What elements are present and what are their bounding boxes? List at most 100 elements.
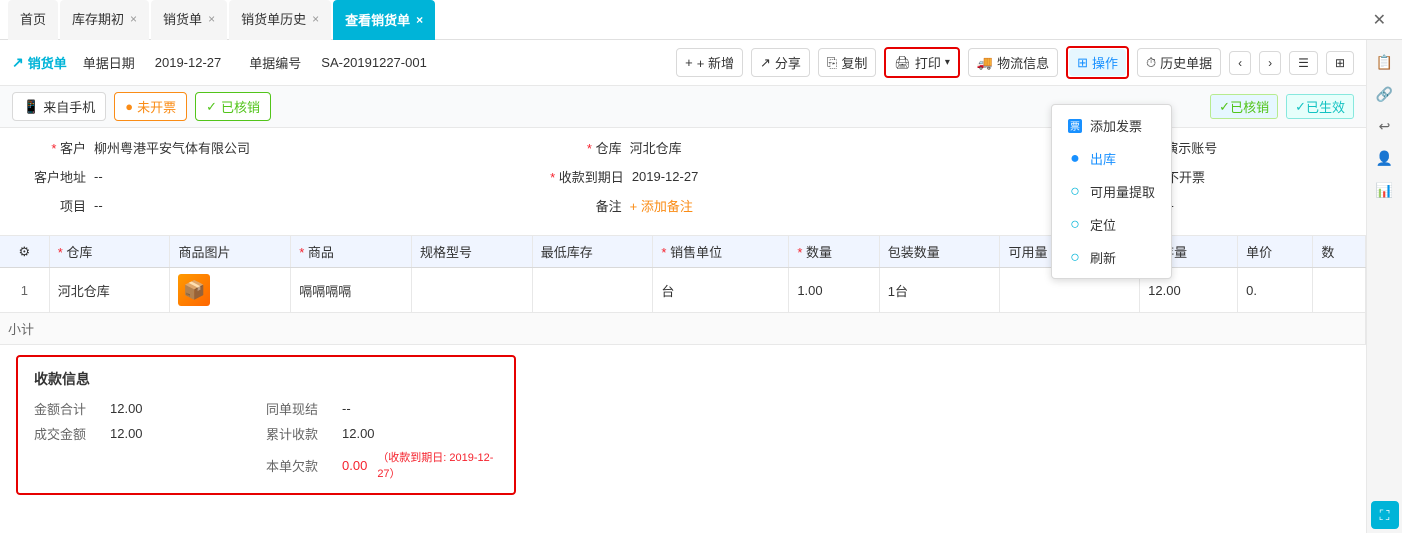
payment-date-label: 收款到期日: [550, 167, 624, 186]
operations-highlight: ⊞ 操作: [1066, 46, 1129, 79]
transaction-label: 成交金额: [34, 424, 104, 443]
current-owed-item: 本单欠款 0.00 （收款到期日: 2019-12-27）: [266, 449, 498, 481]
sidebar-user-icon[interactable]: 👤: [1371, 144, 1399, 172]
current-owed-value: 0.00: [342, 458, 367, 473]
tab-close-sales[interactable]: ×: [208, 12, 215, 26]
status-effective-icon: ✓: [1295, 99, 1306, 115]
action-left: 📱 来自手机 ● 未开票 ✓ 已核销: [12, 92, 271, 121]
document-title: ↗ 销货单: [12, 53, 67, 72]
transaction-item: 成交金额 12.00: [34, 424, 266, 443]
view-list-button[interactable]: ☰: [1289, 51, 1318, 75]
row-amount: [1313, 268, 1366, 313]
payment-grid: 金额合计 12.00 同单现结 -- 成交金额 12.00 累计收款 12.00: [34, 399, 498, 481]
payment-date-value: 2019-12-27: [632, 169, 1000, 184]
nav-next-button[interactable]: ›: [1259, 51, 1281, 75]
history-button[interactable]: ⏱ 历史单据: [1137, 48, 1221, 77]
add-invoice-icon: 票: [1068, 119, 1082, 133]
operations-dropdown: 票 添加发票 ● 出库 ○ 可用量提取 ○ 定位 ○ 刷新: [1051, 104, 1172, 279]
refresh-icon: ○: [1068, 251, 1082, 265]
tab-close-history[interactable]: ×: [312, 12, 319, 26]
same-order-value: --: [342, 401, 351, 416]
current-owed-label: 本单欠款: [266, 456, 336, 475]
dropdown-locate[interactable]: ○ 定位: [1052, 208, 1171, 241]
date-value: 2019-12-27: [155, 55, 222, 70]
window-close-button[interactable]: ✕: [1365, 10, 1394, 30]
col-price: 单价: [1238, 236, 1313, 268]
view-grid-button[interactable]: ⊞: [1326, 51, 1354, 75]
logistics-button[interactable]: 🚚 物流信息: [968, 48, 1058, 77]
history-icon: ⏱: [1146, 55, 1156, 71]
col-spec: 规格型号: [411, 236, 532, 268]
copy-button[interactable]: ⎘ 复制: [818, 48, 876, 77]
operations-icon: ⊞: [1077, 55, 1088, 71]
col-pack-qty: 包装数量: [879, 236, 1000, 268]
sidebar-chart-icon[interactable]: 📊: [1371, 176, 1399, 204]
cumulative-item: 累计收款 12.00: [266, 424, 498, 443]
col-quantity: 数量: [789, 236, 879, 268]
document-header: ↗ 销货单 单据日期 2019-12-27 单据编号 SA-20191227-0…: [0, 40, 1366, 86]
tab-sales-order[interactable]: 销货单 ×: [151, 0, 227, 40]
dropdown-available-qty[interactable]: ○ 可用量提取: [1052, 175, 1171, 208]
phone-icon: 📱: [23, 99, 39, 115]
from-phone-button[interactable]: 📱 来自手机: [12, 92, 106, 121]
sales-order-icon: ↗: [12, 54, 24, 71]
col-settings[interactable]: ⚙: [0, 236, 49, 268]
tab-bar: 首页 库存期初 × 销货单 × 销货单历史 × 查看销货单 × ✕: [0, 0, 1402, 40]
print-icon: 🖨: [894, 55, 911, 71]
col-unit: 销售单位: [653, 236, 789, 268]
warehouse-value: 河北仓库: [630, 138, 1000, 157]
outbound-icon: ●: [1068, 152, 1082, 166]
tab-sales-history[interactable]: 销货单历史 ×: [229, 0, 331, 40]
notes-label: 备注: [552, 196, 622, 215]
tab-view-sales[interactable]: 查看销货单 ×: [333, 0, 435, 40]
check-icon: ✓: [206, 99, 217, 115]
staff-value: 演示账号: [1165, 138, 1350, 157]
add-note-button[interactable]: 添加备注: [630, 196, 1000, 215]
dropdown-refresh[interactable]: ○ 刷新: [1052, 241, 1171, 274]
add-icon: +: [685, 55, 693, 70]
add-button[interactable]: + + 新增: [676, 48, 743, 77]
sidebar-copy-icon[interactable]: 📋: [1371, 48, 1399, 76]
warehouse-label: 仓库: [552, 138, 622, 157]
operations-button[interactable]: ⊞ 操作: [1069, 49, 1126, 76]
sidebar-back-icon[interactable]: ↩: [1371, 112, 1399, 140]
dropdown-outbound[interactable]: ● 出库: [1052, 142, 1171, 175]
available-qty-icon: ○: [1068, 185, 1082, 199]
total-amount-item: 金额合计 12.00: [34, 399, 266, 418]
total-label: 金额合计: [34, 399, 104, 418]
logistics-icon: 🚚: [977, 55, 993, 71]
row-index: 1: [0, 268, 49, 313]
same-order-label: 同单现结: [266, 399, 336, 418]
print-button[interactable]: 🖨 打印 ▾: [884, 47, 960, 78]
customer-value: 柳州粤港平安气体有限公司: [94, 138, 464, 157]
share-icon: ↗: [760, 55, 771, 71]
ticket-type-value: 不开票: [1166, 167, 1350, 186]
number-label: 单据编号: [249, 53, 301, 72]
row-unit: 台: [653, 268, 789, 313]
row-min-stock: [532, 268, 653, 313]
row-quantity: 1.00: [789, 268, 879, 313]
checked-button[interactable]: ✓ 已核销: [195, 92, 271, 121]
subtotal-label: 小计: [0, 313, 1366, 345]
tab-close-view-sales[interactable]: ×: [416, 13, 423, 27]
nav-prev-button[interactable]: ‹: [1229, 51, 1251, 75]
project-label: 项目: [16, 196, 86, 215]
not-opened-button[interactable]: ● 未开票: [114, 92, 187, 121]
tab-inventory-init[interactable]: 库存期初 ×: [60, 0, 149, 40]
tab-home[interactable]: 首页: [8, 0, 58, 40]
cumulative-value: 12.00: [342, 426, 375, 441]
action-right: ✓ 已核销 ✓ 已生效: [1210, 94, 1354, 119]
dropdown-add-invoice[interactable]: 票 添加发票: [1052, 109, 1171, 142]
row-price: 0.: [1238, 268, 1313, 313]
payment-info-box: 收款信息 金额合计 12.00 同单现结 -- 成交金额 12.00: [16, 355, 516, 495]
project-value: --: [94, 198, 464, 213]
share-button[interactable]: ↗ 分享: [751, 48, 810, 77]
product-image: 📦: [178, 274, 210, 306]
sidebar-link-icon[interactable]: 🔗: [1371, 80, 1399, 108]
locate-icon: ○: [1068, 218, 1082, 232]
col-image: 商品图片: [170, 236, 291, 268]
col-amount: 数: [1313, 236, 1366, 268]
sidebar-expand-icon[interactable]: ⛶: [1371, 501, 1399, 529]
col-min-stock: 最低库存: [532, 236, 653, 268]
tab-close-inventory[interactable]: ×: [130, 12, 137, 26]
